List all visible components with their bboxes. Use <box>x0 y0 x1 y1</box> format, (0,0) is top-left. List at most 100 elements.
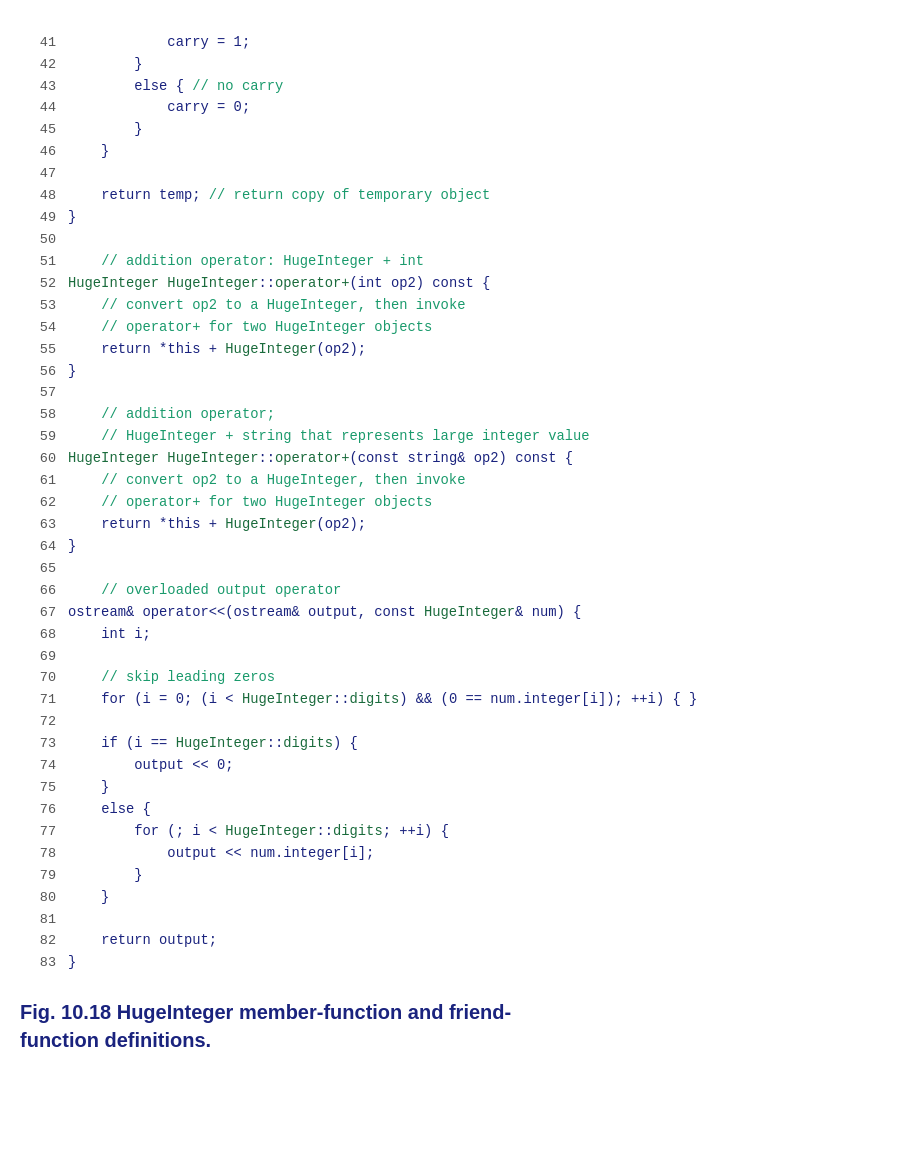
line-content <box>68 909 76 930</box>
line-content: } <box>68 865 143 886</box>
code-line: 57 <box>20 382 883 404</box>
line-number: 48 <box>20 186 56 207</box>
line-number: 81 <box>20 910 56 931</box>
code-line: 56} <box>20 361 883 383</box>
line-number: 79 <box>20 866 56 887</box>
line-content: else { <box>68 799 151 820</box>
code-line: 60 HugeInteger HugeInteger::operator+(con… <box>20 448 883 470</box>
line-number: 64 <box>20 537 56 558</box>
line-content: // convert op2 to a HugeInteger, then in… <box>68 295 465 316</box>
line-number: 83 <box>20 953 56 974</box>
line-content: for (i = 0; (i < HugeInteger::digits) &&… <box>68 689 697 710</box>
figure-caption: Fig. 10.18 HugeInteger member-function a… <box>20 998 540 1054</box>
line-number: 55 <box>20 340 56 361</box>
code-line: 82 return output; <box>20 930 883 952</box>
code-line: 41 carry = 1; <box>20 32 883 54</box>
code-line: 61 // convert op2 to a HugeInteger, then… <box>20 470 883 492</box>
line-number: 63 <box>20 515 56 536</box>
code-line: 46 } <box>20 141 883 163</box>
line-number: 57 <box>20 383 56 404</box>
code-line: 47 <box>20 163 883 185</box>
line-content <box>68 382 76 403</box>
code-line: 81 <box>20 909 883 931</box>
code-line: 51 // addition operator: HugeInteger + i… <box>20 251 883 273</box>
line-number: 53 <box>20 296 56 317</box>
line-number: 46 <box>20 142 56 163</box>
line-content: return temp; // return copy of temporary… <box>68 185 490 206</box>
code-line: 58 // addition operator; <box>20 404 883 426</box>
code-line: 45 } <box>20 119 883 141</box>
line-content: HugeInteger HugeInteger::operator+(int o… <box>68 273 490 294</box>
code-line: 75 } <box>20 777 883 799</box>
line-number: 70 <box>20 668 56 689</box>
code-line: 74 output << 0; <box>20 755 883 777</box>
line-number: 72 <box>20 712 56 733</box>
code-line: 62 // operator+ for two HugeInteger obje… <box>20 492 883 514</box>
line-number: 44 <box>20 98 56 119</box>
line-content: int i; <box>68 624 151 645</box>
code-line: 68 int i; <box>20 624 883 646</box>
line-number: 78 <box>20 844 56 865</box>
code-line: 44 carry = 0; <box>20 97 883 119</box>
line-number: 43 <box>20 77 56 98</box>
line-number: 42 <box>20 55 56 76</box>
line-content: } <box>68 207 76 228</box>
line-number: 77 <box>20 822 56 843</box>
line-content: } <box>68 119 143 140</box>
line-number: 65 <box>20 559 56 580</box>
line-content: return *this + HugeInteger(op2); <box>68 339 366 360</box>
line-number: 60 <box>20 449 56 470</box>
line-content: } <box>68 777 109 798</box>
line-content: // overloaded output operator <box>68 580 341 601</box>
line-content: // HugeInteger + string that represents … <box>68 426 590 447</box>
line-content: else { // no carry <box>68 76 283 97</box>
code-line: 48 return temp; // return copy of tempor… <box>20 185 883 207</box>
line-content: output << 0; <box>68 755 234 776</box>
line-number: 54 <box>20 318 56 339</box>
line-number: 73 <box>20 734 56 755</box>
line-content: } <box>68 141 109 162</box>
line-content: HugeInteger HugeInteger::operator+(const… <box>68 448 573 469</box>
line-number: 61 <box>20 471 56 492</box>
line-number: 66 <box>20 581 56 602</box>
line-content <box>68 646 76 667</box>
code-line: 65 <box>20 558 883 580</box>
code-line: 66 // overloaded output operator <box>20 580 883 602</box>
line-content: for (; i < HugeInteger::digits; ++i) { <box>68 821 449 842</box>
line-content: } <box>68 361 76 382</box>
line-content: ostream& operator<<(ostream& output, con… <box>68 602 581 623</box>
code-line: 70 // skip leading zeros <box>20 667 883 689</box>
line-number: 45 <box>20 120 56 141</box>
line-content: } <box>68 887 109 908</box>
code-line: 69 <box>20 646 883 668</box>
line-content <box>68 229 76 250</box>
line-number: 58 <box>20 405 56 426</box>
line-number: 68 <box>20 625 56 646</box>
line-content: // addition operator; <box>68 404 275 425</box>
code-line: 63 return *this + HugeInteger(op2); <box>20 514 883 536</box>
code-line: 83} <box>20 952 883 974</box>
line-content: return *this + HugeInteger(op2); <box>68 514 366 535</box>
line-content: // operator+ for two HugeInteger objects <box>68 492 432 513</box>
code-line: 54 // operator+ for two HugeInteger obje… <box>20 317 883 339</box>
code-line: 72 <box>20 711 883 733</box>
line-number: 47 <box>20 164 56 185</box>
line-content: // addition operator: HugeInteger + int <box>68 251 424 272</box>
line-number: 52 <box>20 274 56 295</box>
line-content: // skip leading zeros <box>68 667 275 688</box>
line-content: carry = 0; <box>68 97 250 118</box>
line-content: } <box>68 536 76 557</box>
line-content: if (i == HugeInteger::digits) { <box>68 733 358 754</box>
code-line: 67ostream& operator<<(ostream& output, c… <box>20 602 883 624</box>
code-line: 49} <box>20 207 883 229</box>
code-line: 53 // convert op2 to a HugeInteger, then… <box>20 295 883 317</box>
code-line: 77 for (; i < HugeInteger::digits; ++i) … <box>20 821 883 843</box>
line-content: // operator+ for two HugeInteger objects <box>68 317 432 338</box>
code-line: 78 output << num.integer[i]; <box>20 843 883 865</box>
code-line: 73 if (i == HugeInteger::digits) { <box>20 733 883 755</box>
line-content <box>68 163 76 184</box>
code-line: 55 return *this + HugeInteger(op2); <box>20 339 883 361</box>
line-content: carry = 1; <box>68 32 250 53</box>
code-line: 42 } <box>20 54 883 76</box>
code-line: 64} <box>20 536 883 558</box>
